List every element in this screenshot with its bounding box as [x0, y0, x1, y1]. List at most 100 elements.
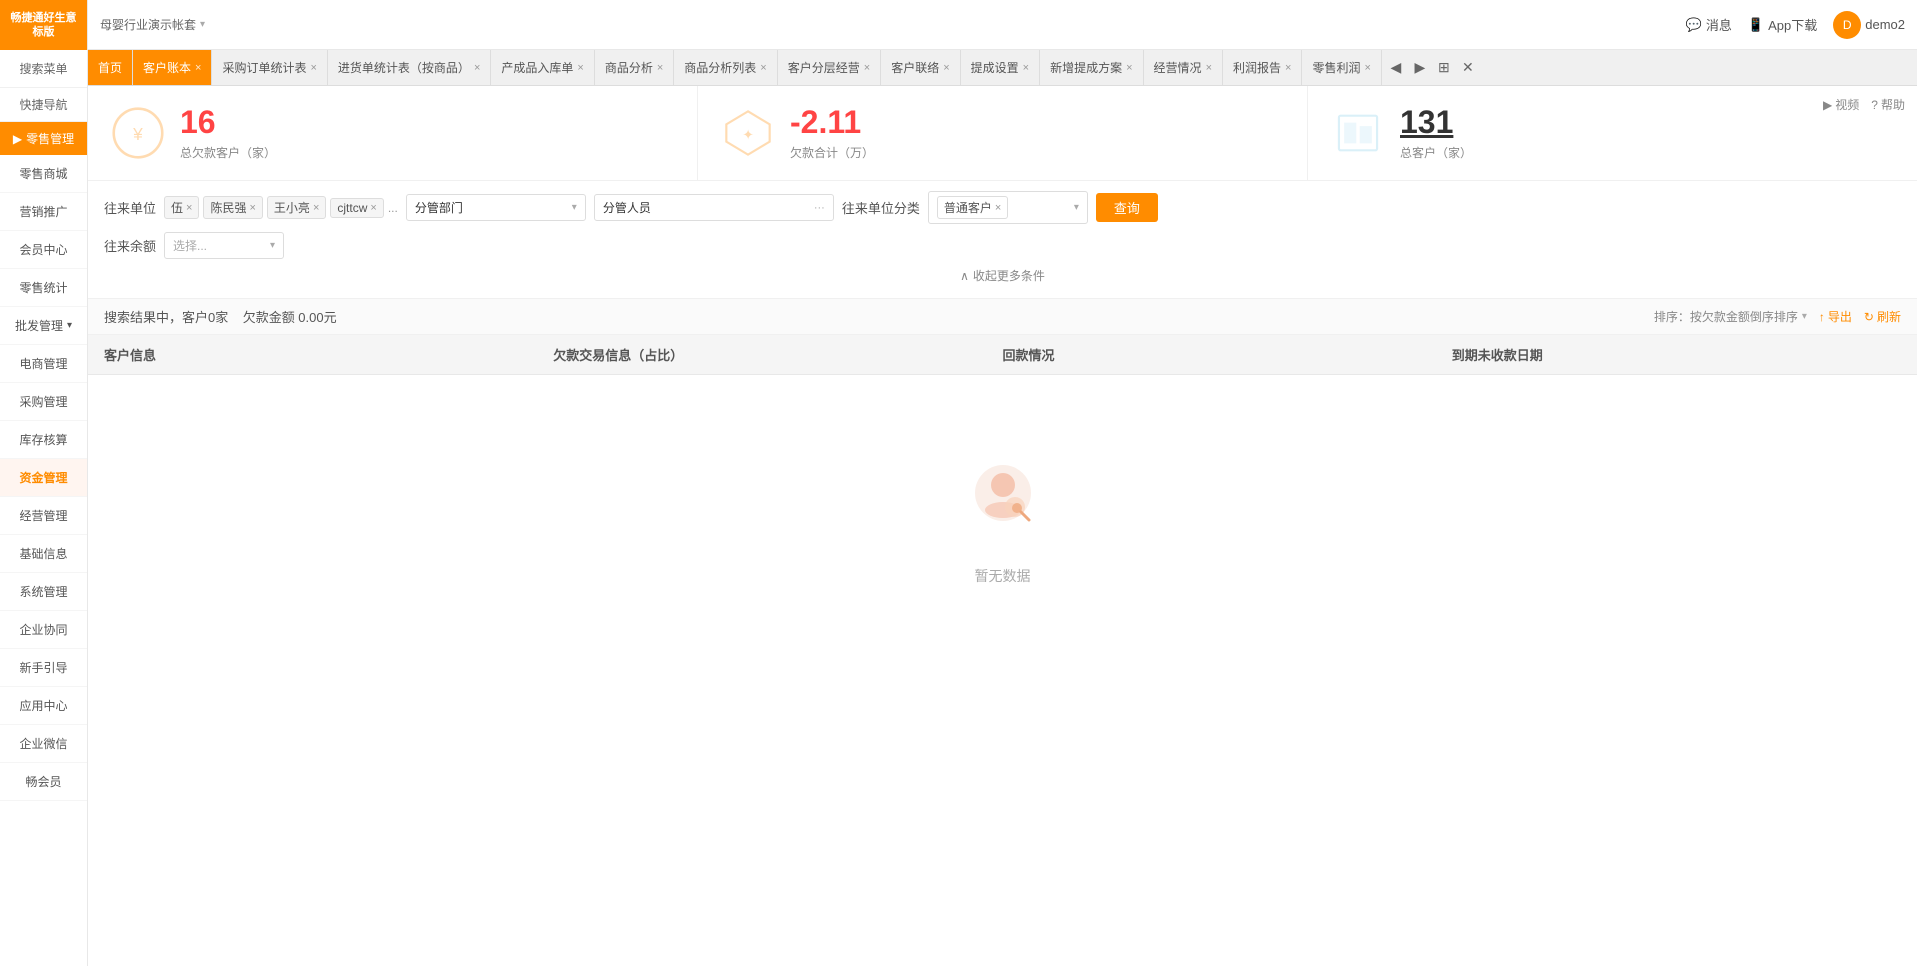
tab-new-commission[interactable]: 新增提成方案 × — [1040, 50, 1143, 86]
filter-tag-cjttcw: cjttcw × — [330, 198, 383, 218]
sidebar-item-marketing[interactable]: 营销推广 — [0, 193, 87, 231]
tab-customer-layer-close[interactable]: × — [864, 62, 870, 74]
refresh-icon: ↻ — [1864, 310, 1874, 324]
sidebar-item-newbie[interactable]: 新手引导 — [0, 649, 87, 687]
tab-customer-contact[interactable]: 客户联络 × — [881, 50, 960, 86]
tabs-next-btn[interactable]: ▶ — [1410, 58, 1430, 78]
stat-card-amount: ✦ -2.11 欠款合计（万） — [698, 86, 1308, 180]
topbar-app-download[interactable]: 📱 App下载 — [1748, 15, 1817, 34]
sidebar-item-app-center[interactable]: 应用中心 — [0, 687, 87, 725]
tab-product-analysis[interactable]: 商品分析 × — [595, 50, 674, 86]
tab-customer-layer-label: 客户分层经营 — [788, 59, 860, 76]
sidebar-item-purchase[interactable]: 采购管理 — [0, 383, 87, 421]
tab-purchase-order[interactable]: 采购订单统计表 × — [212, 50, 327, 86]
tab-product-analysis-close[interactable]: × — [657, 62, 663, 74]
filter-category-tag-close[interactable]: × — [995, 202, 1001, 214]
tab-operation[interactable]: 经营情况 × — [1144, 50, 1223, 86]
tab-purchase-order-close[interactable]: × — [310, 62, 316, 74]
tab-retail-profit[interactable]: 零售利润 × — [1302, 50, 1381, 86]
tab-commission-settings-close[interactable]: × — [1023, 62, 1029, 74]
tab-product-inbound-close[interactable]: × — [577, 62, 583, 74]
sidebar-item-basic-info[interactable]: 基础信息 — [0, 535, 87, 573]
stat-total-icon — [1328, 103, 1388, 163]
video-icon: ▶ — [1823, 98, 1832, 112]
tabs-close-btn[interactable]: ✕ — [1458, 58, 1478, 78]
sidebar-item-wechat[interactable]: 企业微信 — [0, 725, 87, 763]
tab-purchase-stat-label: 进货单统计表（按商品） — [338, 59, 470, 76]
tab-customer-contact-close[interactable]: × — [943, 62, 949, 74]
help-doc-btn[interactable]: ? 帮助 — [1871, 96, 1905, 113]
sidebar-item-member2[interactable]: 畅会员 — [0, 763, 87, 801]
filter-person-more: ··· — [814, 202, 825, 214]
tabs-expand-btn[interactable]: ⊞ — [1434, 58, 1454, 78]
tab-customer-ledger-close[interactable]: × — [195, 62, 201, 74]
filter-more-btn[interactable]: ... — [388, 201, 398, 215]
filter-tag-cjttcw-close[interactable]: × — [370, 202, 376, 214]
tab-purchase-stat-close[interactable]: × — [474, 62, 480, 74]
filter-dept-arrow: ▾ — [572, 202, 577, 213]
sidebar-item-enterprise[interactable]: 企业协同 — [0, 611, 87, 649]
tab-product-analysis-list-close[interactable]: × — [760, 62, 766, 74]
total-svg — [1332, 107, 1384, 159]
result-amount: 欠款金额 0.00元 — [243, 310, 337, 325]
sidebar-wholesale-arrow: ▾ — [67, 320, 72, 331]
tab-profit-report[interactable]: 利润报告 × — [1223, 50, 1302, 86]
sidebar-retail-mgmt[interactable]: ▶ 零售管理 — [0, 122, 87, 155]
tab-retail-profit-close[interactable]: × — [1364, 62, 1370, 74]
tab-new-commission-close[interactable]: × — [1126, 62, 1132, 74]
tab-customer-layer[interactable]: 客户分层经营 × — [778, 50, 881, 86]
filter-person-select[interactable]: 分管人员 ··· — [594, 194, 834, 221]
tabs-prev-btn[interactable]: ◀ — [1386, 58, 1406, 78]
sidebar-item-retail-stats[interactable]: 零售统计 — [0, 269, 87, 307]
topbar-selector-arrow[interactable]: ▾ — [200, 19, 205, 30]
filter-tag-wang-close[interactable]: × — [313, 202, 319, 214]
stat-card-customers: ¥ 16 总欠款客户（家） — [88, 86, 698, 180]
filter-category-select[interactable]: 普通客户 × ▾ — [928, 191, 1088, 224]
tab-operation-close[interactable]: × — [1206, 62, 1212, 74]
filter-tags: 伍 × 陈民强 × 王小亮 × cjttcw × ... — [164, 196, 398, 219]
result-refresh-btn[interactable]: ↻ 刷新 — [1864, 308, 1901, 325]
export-icon: ↑ — [1819, 310, 1825, 324]
filter-balance-placeholder: 选择... — [173, 237, 207, 254]
tab-product-inbound[interactable]: 产成品入库单 × — [491, 50, 594, 86]
customers-svg: ¥ — [112, 107, 164, 159]
tab-profit-report-close[interactable]: × — [1285, 62, 1291, 74]
tab-purchase-stat[interactable]: 进货单统计表（按商品） × — [328, 50, 491, 86]
help-video-btn[interactable]: ▶ 视频 — [1823, 96, 1859, 113]
tab-commission-settings[interactable]: 提成设置 × — [961, 50, 1040, 86]
topbar: 母婴行业演示帐套 ▾ 💬 消息 📱 App下载 D demo2 — [88, 0, 1917, 50]
topbar-message[interactable]: 💬 消息 — [1686, 15, 1732, 34]
tab-customer-contact-label: 客户联络 — [891, 59, 939, 76]
sidebar-item-retail-shop[interactable]: 零售商城 — [0, 155, 87, 193]
filter-balance-select[interactable]: 选择... ▾ — [164, 232, 284, 259]
sidebar-item-member[interactable]: 会员中心 — [0, 231, 87, 269]
sidebar-item-inventory[interactable]: 库存核算 — [0, 421, 87, 459]
filter-collapse-btn[interactable]: ∧ 收起更多条件 — [104, 267, 1901, 284]
result-info: 搜索结果中，客户0家 欠款金额 0.00元 — [104, 307, 337, 326]
sidebar-search[interactable]: 搜索菜单 — [0, 50, 87, 88]
tab-product-analysis-list[interactable]: 商品分析列表 × — [674, 50, 777, 86]
result-export-btn[interactable]: ↑ 导出 — [1819, 308, 1852, 325]
stat-total-label: 总客户（家） — [1400, 144, 1472, 161]
filter-category-tag-text: 普通客户 — [944, 199, 992, 216]
sidebar-item-wholesale[interactable]: 批发管理 ▾ — [0, 307, 87, 345]
filter-unit-label: 往来单位 — [104, 198, 156, 217]
topbar-user[interactable]: D demo2 — [1833, 11, 1905, 39]
tab-home[interactable]: 首页 — [88, 50, 133, 86]
filter-query-btn[interactable]: 查询 — [1096, 193, 1158, 222]
sidebar-item-ecommerce[interactable]: 电商管理 — [0, 345, 87, 383]
result-sort-select[interactable]: 排序：按欠款金额倒序排序 ▾ — [1654, 308, 1807, 325]
filter-tag-chen-close[interactable]: × — [249, 202, 255, 214]
table-header: 客户信息 欠款交易信息（占比） 回款情况 到期未收款日期 — [88, 335, 1917, 375]
filter-tag-wang: 王小亮 × — [267, 196, 326, 219]
tab-customer-ledger[interactable]: 客户账本 × — [133, 50, 212, 86]
sidebar-quick-nav[interactable]: 快捷导航 — [0, 88, 87, 122]
sidebar-item-finance[interactable]: 资金管理 — [0, 459, 87, 497]
sidebar-item-operation[interactable]: 经营管理 — [0, 497, 87, 535]
stat-customers-icon: ¥ — [108, 103, 168, 163]
stat-total-info: 131 总客户（家） — [1400, 105, 1472, 161]
sidebar-item-system[interactable]: 系统管理 — [0, 573, 87, 611]
filter-dept-select[interactable]: 分管部门 ▾ — [406, 194, 586, 221]
main: 母婴行业演示帐套 ▾ 💬 消息 📱 App下载 D demo2 首页 客户账本 … — [88, 0, 1917, 966]
filter-tag-wu-close[interactable]: × — [186, 202, 192, 214]
